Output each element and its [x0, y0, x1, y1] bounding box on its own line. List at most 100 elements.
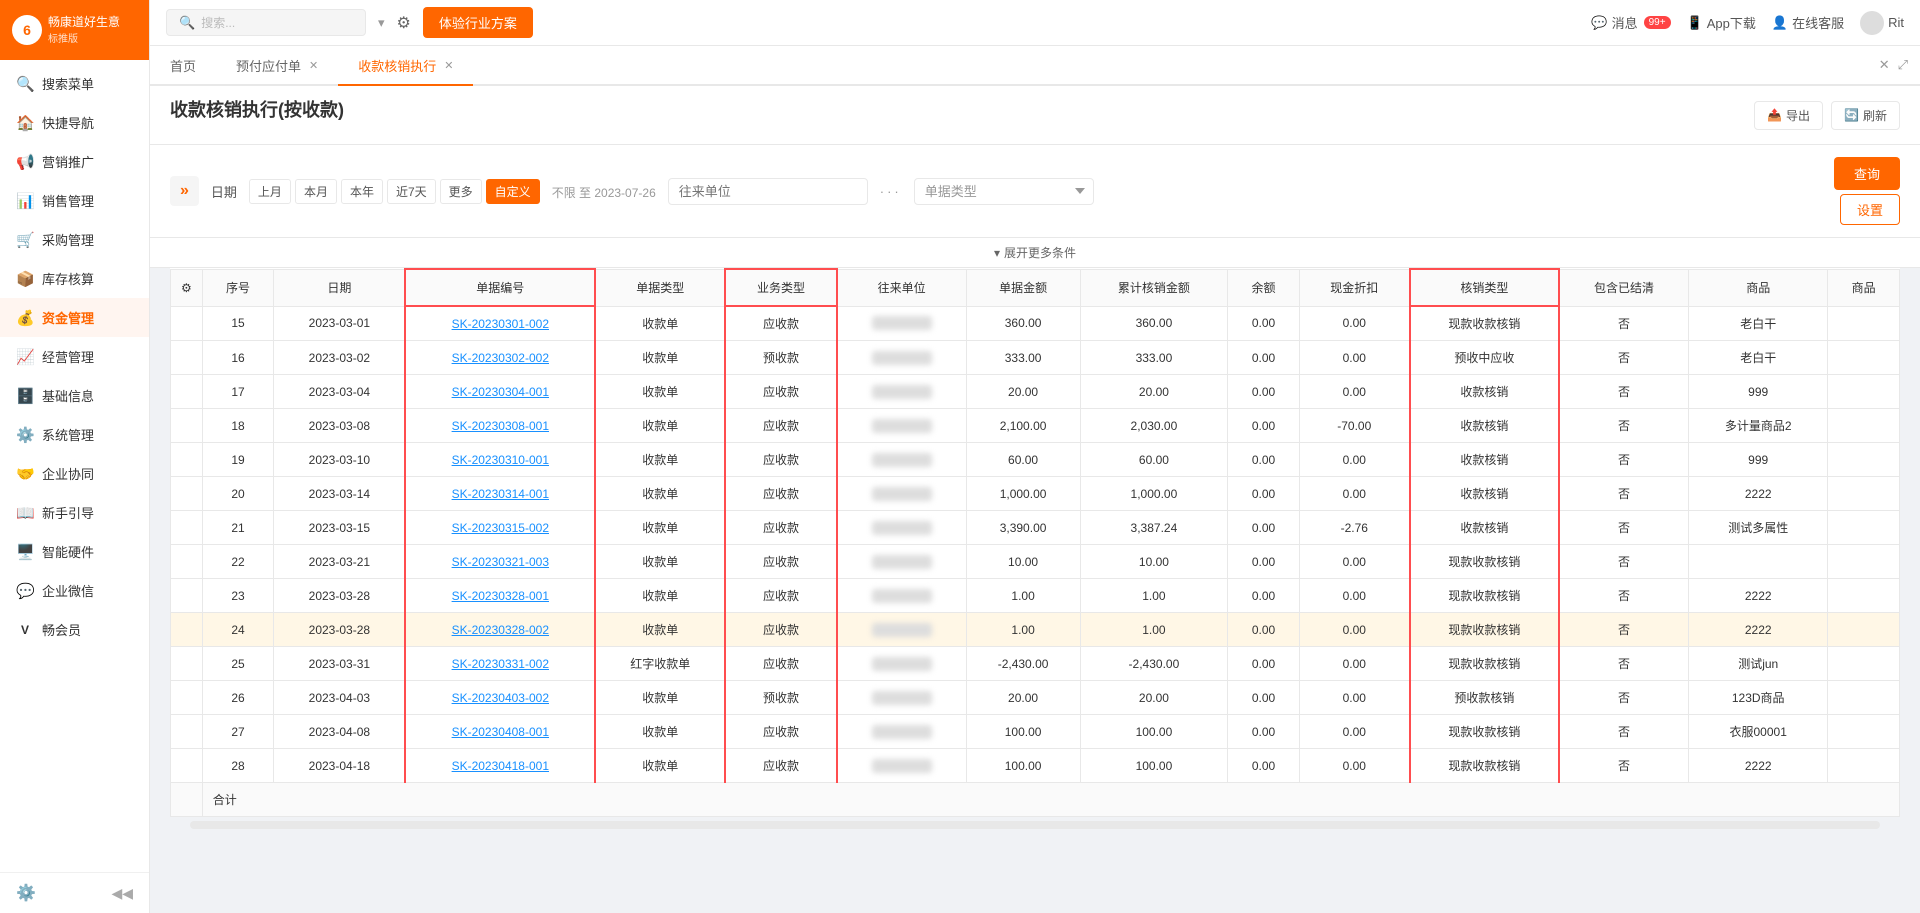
- doc-link[interactable]: SK-20230321-003: [452, 555, 549, 569]
- cell-product2: [1828, 545, 1900, 579]
- table-footer-row: 合计: [171, 783, 1900, 817]
- doc-link[interactable]: SK-20230403-002: [452, 691, 549, 705]
- cell-verified: 360.00: [1080, 306, 1228, 341]
- tab-collection-close[interactable]: ✕: [444, 59, 453, 72]
- query-button[interactable]: 查询: [1834, 157, 1900, 190]
- cell-docno[interactable]: SK-20230408-001: [405, 715, 595, 749]
- cell-docno[interactable]: SK-20230301-002: [405, 306, 595, 341]
- col-settings-header[interactable]: ⚙: [171, 269, 203, 306]
- table-row: 172023-03-04SK-20230304-001收款单应收款██████2…: [171, 375, 1900, 409]
- tab-prepay[interactable]: 预付应付单 ✕: [216, 46, 338, 86]
- sidebar-item-guide[interactable]: 📖 新手引导: [0, 493, 149, 532]
- cell-docno[interactable]: SK-20230302-002: [405, 341, 595, 375]
- cell-settled: 否: [1559, 341, 1688, 375]
- cell-product: 老白干: [1689, 341, 1828, 375]
- topbar-right: 💬 消息 99+ 📱 App下载 👤 在线客服 Rit: [1591, 11, 1904, 35]
- doc-link[interactable]: SK-20230418-001: [452, 759, 549, 773]
- message-item[interactable]: 💬 消息 99+: [1591, 13, 1670, 32]
- doc-link[interactable]: SK-20230408-001: [452, 725, 549, 739]
- service-item[interactable]: 👤 在线客服: [1772, 13, 1844, 32]
- cell-date: 2023-03-04: [274, 375, 406, 409]
- cell-balance: 0.00: [1228, 715, 1300, 749]
- cell-product: [1689, 545, 1828, 579]
- cell-amount: 60.00: [966, 443, 1080, 477]
- cell-docno[interactable]: SK-20230304-001: [405, 375, 595, 409]
- cell-docno[interactable]: SK-20230321-003: [405, 545, 595, 579]
- sidebar-item-hardware[interactable]: 🖥️ 智能硬件: [0, 532, 149, 571]
- cell-docno[interactable]: SK-20230308-001: [405, 409, 595, 443]
- doc-link[interactable]: SK-20230308-001: [452, 419, 549, 433]
- cell-docno[interactable]: SK-20230314-001: [405, 477, 595, 511]
- sidebar-item-basic[interactable]: 🗄️ 基础信息: [0, 376, 149, 415]
- cell-docno[interactable]: SK-20230403-002: [405, 681, 595, 715]
- export-button[interactable]: 📤 导出: [1754, 101, 1823, 130]
- settings-icon[interactable]: ⚙️: [16, 883, 36, 903]
- filter-more-btn[interactable]: 更多: [440, 179, 482, 204]
- topbar-dropdown-icon[interactable]: ▾: [378, 15, 385, 31]
- expand-more-bar[interactable]: ▾ 展开更多条件: [150, 238, 1920, 268]
- sidebar-item-wechat[interactable]: 💬 企业微信: [0, 571, 149, 610]
- doc-link[interactable]: SK-20230302-002: [452, 351, 549, 365]
- sidebar-item-finance[interactable]: 💰 资金管理: [0, 298, 149, 337]
- tab-prepay-close[interactable]: ✕: [309, 59, 318, 72]
- tab-home[interactable]: 首页: [150, 46, 216, 86]
- sidebar-item-enterprise[interactable]: 🤝 企业协同: [0, 454, 149, 493]
- filter-custom-btn[interactable]: 自定义: [486, 179, 540, 204]
- doc-link[interactable]: SK-20230315-002: [452, 521, 549, 535]
- cell-docno[interactable]: SK-20230315-002: [405, 511, 595, 545]
- cell-docno[interactable]: SK-20230331-002: [405, 647, 595, 681]
- doc-link[interactable]: SK-20230328-002: [452, 623, 549, 637]
- solution-button[interactable]: 体验行业方案: [423, 7, 533, 38]
- sidebar-item-operation[interactable]: 📈 经营管理: [0, 337, 149, 376]
- topbar-gear-icon[interactable]: ⚙: [397, 13, 411, 33]
- tab-close-all-icon[interactable]: ✕: [1879, 57, 1890, 73]
- sidebar-item-sales[interactable]: 📊 销售管理: [0, 181, 149, 220]
- cell-docno[interactable]: SK-20230418-001: [405, 749, 595, 783]
- cell-settled: 否: [1559, 375, 1688, 409]
- filter-this-month-btn[interactable]: 本月: [295, 179, 337, 204]
- filter-doc-type-select[interactable]: 单据类型: [914, 178, 1094, 205]
- user-info[interactable]: Rit: [1860, 11, 1904, 35]
- col-discount-header: 现金折扣: [1299, 269, 1409, 306]
- cell-date: 2023-03-02: [274, 341, 406, 375]
- filter-last-month-btn[interactable]: 上月: [249, 179, 291, 204]
- doc-link[interactable]: SK-20230310-001: [452, 453, 549, 467]
- cell-discount: 0.00: [1299, 579, 1409, 613]
- cell-no: 25: [202, 647, 274, 681]
- sidebar-item-nav[interactable]: 🏠 快捷导航: [0, 103, 149, 142]
- cell-verifytype: 收款核销: [1410, 409, 1559, 443]
- filter-7days-btn[interactable]: 近7天: [387, 179, 436, 204]
- cell-settled: 否: [1559, 749, 1688, 783]
- sidebar-item-member[interactable]: V 畅会员: [0, 610, 149, 649]
- topbar-search-box[interactable]: 🔍 搜索...: [166, 9, 366, 36]
- table-scrollbar[interactable]: [190, 821, 1880, 829]
- doc-link[interactable]: SK-20230304-001: [452, 385, 549, 399]
- doc-link[interactable]: SK-20230314-001: [452, 487, 549, 501]
- doc-link[interactable]: SK-20230301-002: [452, 317, 549, 331]
- filter-this-year-btn[interactable]: 本年: [341, 179, 383, 204]
- filter-partner-input[interactable]: [668, 178, 868, 205]
- doc-link[interactable]: SK-20230331-002: [452, 657, 549, 671]
- collapse-icon[interactable]: ◀◀: [111, 885, 133, 902]
- tab-expand-icon[interactable]: ⤢: [1898, 57, 1908, 73]
- doc-link[interactable]: SK-20230328-001: [452, 589, 549, 603]
- cell-docno[interactable]: SK-20230328-002: [405, 613, 595, 647]
- cell-partner: ██████: [837, 647, 966, 681]
- cell-amount: 1,000.00: [966, 477, 1080, 511]
- filter-expand-button[interactable]: »: [170, 176, 199, 206]
- sidebar-item-inventory[interactable]: 📦 库存核算: [0, 259, 149, 298]
- sidebar-item-marketing[interactable]: 📢 营销推广: [0, 142, 149, 181]
- cell-docno[interactable]: SK-20230328-001: [405, 579, 595, 613]
- settings-button[interactable]: 设置: [1840, 194, 1900, 225]
- sidebar-item-system[interactable]: ⚙️ 系统管理: [0, 415, 149, 454]
- sidebar-item-label: 搜索菜单: [42, 74, 94, 93]
- table-settings-icon[interactable]: ⚙: [181, 281, 192, 295]
- sidebar-item-purchase[interactable]: 🛒 采购管理: [0, 220, 149, 259]
- tab-collection[interactable]: 收款核销执行 ✕: [338, 46, 473, 86]
- cell-no: 20: [202, 477, 274, 511]
- cell-balance: 0.00: [1228, 443, 1300, 477]
- cell-docno[interactable]: SK-20230310-001: [405, 443, 595, 477]
- refresh-button[interactable]: 🔄 刷新: [1831, 101, 1900, 130]
- app-download-item[interactable]: 📱 App下载: [1687, 13, 1756, 32]
- sidebar-item-search[interactable]: 🔍 搜索菜单: [0, 64, 149, 103]
